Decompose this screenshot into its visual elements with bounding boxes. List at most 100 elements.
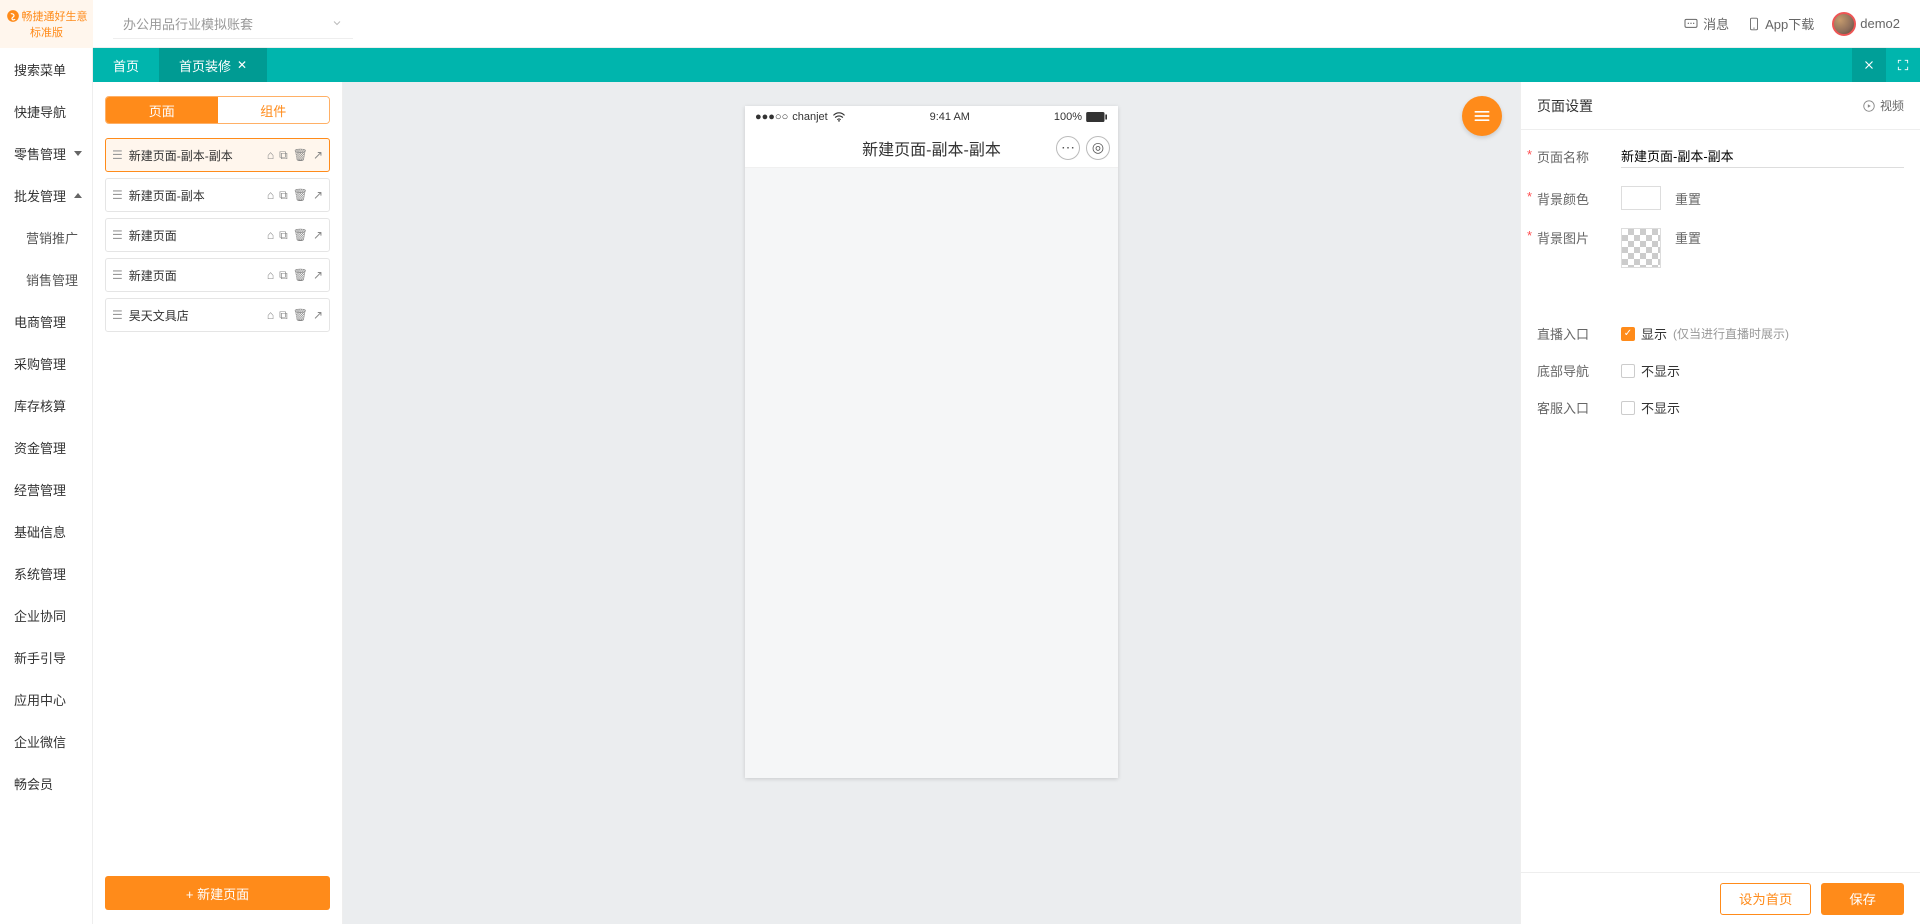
sidebar-item-sales[interactable]: 销售管理: [0, 258, 92, 300]
export-icon[interactable]: ↗: [313, 268, 323, 283]
sidebar-item-basic[interactable]: 基础信息: [0, 510, 92, 552]
home-icon[interactable]: ⌂: [267, 148, 274, 163]
sidebar: 搜索菜单 快捷导航 零售管理 批发管理 营销推广 销售管理 电商管理 采购管理 …: [0, 48, 93, 924]
video-link[interactable]: 视频: [1862, 97, 1904, 114]
sidebar-item-operation[interactable]: 经营管理: [0, 468, 92, 510]
export-icon[interactable]: ↗: [313, 148, 323, 163]
page-name: 新建页面: [129, 267, 261, 284]
sidebar-item-quicknav[interactable]: 快捷导航: [0, 90, 92, 132]
reset-bgcolor[interactable]: 重置: [1675, 189, 1701, 208]
more-icon[interactable]: ⋯: [1056, 136, 1080, 160]
label-not-show-2: 不显示: [1641, 398, 1680, 417]
delete-icon[interactable]: 🗑: [293, 268, 308, 283]
carrier: chanjet: [792, 111, 827, 123]
label-live-check: 显示: [1641, 324, 1667, 343]
phone-title: 新建页面-副本-副本: [862, 136, 1001, 160]
toggle-panel-button[interactable]: [1462, 96, 1502, 136]
page-item[interactable]: ☰ 新建页面 ⌂ ⧉ 🗑 ↗: [105, 218, 330, 252]
sidebar-item-guide[interactable]: 新手引导: [0, 636, 92, 678]
sidebar-item-search[interactable]: 搜索菜单: [0, 48, 92, 90]
drag-handle-icon[interactable]: ☰: [112, 228, 123, 242]
delete-icon[interactable]: 🗑: [293, 188, 308, 203]
set-home-button[interactable]: 设为首页: [1720, 883, 1811, 915]
live-hint: (仅当进行直播时展示): [1673, 325, 1789, 342]
export-icon[interactable]: ↗: [313, 188, 323, 203]
sidebar-item-coop[interactable]: 企业协同: [0, 594, 92, 636]
battery-pct: 100%: [1054, 111, 1082, 123]
right-panel-header: 页面设置 视频: [1521, 82, 1920, 130]
sidebar-item-inventory[interactable]: 库存核算: [0, 384, 92, 426]
home-icon[interactable]: ⌂: [267, 188, 274, 203]
close-all-button[interactable]: [1852, 48, 1886, 82]
save-button[interactable]: 保存: [1821, 883, 1904, 915]
drag-handle-icon[interactable]: ☰: [112, 148, 123, 162]
reset-bgimg[interactable]: 重置: [1675, 228, 1701, 247]
canvas: ●●●○○ chanjet 9:41 AM 100% 新建页面-副本-副本 ⋯ …: [343, 82, 1520, 924]
close-icon[interactable]: ✕: [237, 58, 247, 72]
page-item[interactable]: ☰ 新建页面 ⌂ ⧉ 🗑 ↗: [105, 258, 330, 292]
sidebar-item-ecommerce[interactable]: 电商管理: [0, 300, 92, 342]
label-bottom-nav: 底部导航: [1537, 361, 1607, 380]
tab-decorate[interactable]: 首页装修 ✕: [159, 48, 267, 82]
page-name: 新建页面: [129, 227, 261, 244]
delete-icon[interactable]: 🗑: [293, 228, 308, 243]
target-icon[interactable]: ◎: [1086, 136, 1110, 160]
bgimg-picker[interactable]: [1621, 228, 1661, 268]
home-icon[interactable]: ⌂: [267, 228, 274, 243]
top-header: 畅捷通好生意 标准版 办公用品行业模拟账套 消息 App下载 demo2: [0, 0, 1920, 48]
chat-icon: [1683, 16, 1699, 32]
delete-icon[interactable]: 🗑: [293, 308, 308, 323]
copy-icon[interactable]: ⧉: [279, 308, 288, 323]
seg-page[interactable]: 页面: [106, 97, 218, 123]
sidebar-item-wechat[interactable]: 企业微信: [0, 720, 92, 762]
drag-handle-icon[interactable]: ☰: [112, 268, 123, 282]
phone-icon: [1747, 16, 1761, 32]
app-download-link[interactable]: App下载: [1747, 14, 1814, 33]
copy-icon[interactable]: ⧉: [279, 148, 288, 163]
checkbox-live[interactable]: ✓: [1621, 327, 1635, 341]
sidebar-item-funds[interactable]: 资金管理: [0, 426, 92, 468]
tabs-bar: 首页 首页装修 ✕: [93, 48, 1920, 82]
page-name: 新建页面-副本-副本: [129, 147, 261, 164]
new-page-button[interactable]: + 新建页面: [105, 876, 330, 910]
phone-title-bar: 新建页面-副本-副本 ⋯ ◎: [745, 128, 1118, 168]
sidebar-item-system[interactable]: 系统管理: [0, 552, 92, 594]
delete-icon[interactable]: 🗑: [293, 148, 308, 163]
panel-title: 页面设置: [1537, 96, 1593, 116]
input-page-name[interactable]: [1621, 144, 1904, 168]
sidebar-item-wholesale[interactable]: 批发管理: [0, 174, 92, 216]
sidebar-item-purchase[interactable]: 采购管理: [0, 342, 92, 384]
left-panel: 页面 组件 ☰ 新建页面-副本-副本 ⌂ ⧉ 🗑 ↗ ☰ 新建页面-副本 ⌂ ⧉: [93, 82, 343, 924]
user-menu[interactable]: demo2: [1832, 12, 1900, 36]
signal-icon: ●●●○○: [755, 111, 788, 123]
org-selector[interactable]: 办公用品行业模拟账套: [113, 9, 353, 39]
checkbox-bottom-nav[interactable]: [1621, 364, 1635, 378]
sidebar-item-appcenter[interactable]: 应用中心: [0, 678, 92, 720]
sidebar-item-retail[interactable]: 零售管理: [0, 132, 92, 174]
home-icon[interactable]: ⌂: [267, 268, 274, 283]
phone-body[interactable]: [745, 168, 1118, 778]
segmented-control: 页面 组件: [105, 96, 330, 124]
drag-handle-icon[interactable]: ☰: [112, 188, 123, 202]
copy-icon[interactable]: ⧉: [279, 188, 288, 203]
label-bgcolor: 背景颜色: [1537, 189, 1607, 208]
copy-icon[interactable]: ⧉: [279, 228, 288, 243]
page-item[interactable]: ☰ 昊天文具店 ⌂ ⧉ 🗑 ↗: [105, 298, 330, 332]
sidebar-item-marketing[interactable]: 营销推广: [0, 216, 92, 258]
export-icon[interactable]: ↗: [313, 228, 323, 243]
bgcolor-swatch[interactable]: [1621, 186, 1661, 210]
messages-link[interactable]: 消息: [1683, 14, 1729, 33]
home-icon[interactable]: ⌂: [267, 308, 274, 323]
page-item[interactable]: ☰ 新建页面-副本-副本 ⌂ ⧉ 🗑 ↗: [105, 138, 330, 172]
label-bgimg: 背景图片: [1537, 228, 1607, 247]
checkbox-kf[interactable]: [1621, 401, 1635, 415]
sidebar-item-member[interactable]: 畅会员: [0, 762, 92, 804]
page-item[interactable]: ☰ 新建页面-副本 ⌂ ⧉ 🗑 ↗: [105, 178, 330, 212]
export-icon[interactable]: ↗: [313, 308, 323, 323]
tab-home[interactable]: 首页: [93, 48, 159, 82]
copy-icon[interactable]: ⧉: [279, 268, 288, 283]
drag-handle-icon[interactable]: ☰: [112, 308, 123, 322]
seg-component[interactable]: 组件: [218, 97, 330, 123]
fullscreen-button[interactable]: [1886, 48, 1920, 82]
tab-tools: [1852, 48, 1920, 82]
